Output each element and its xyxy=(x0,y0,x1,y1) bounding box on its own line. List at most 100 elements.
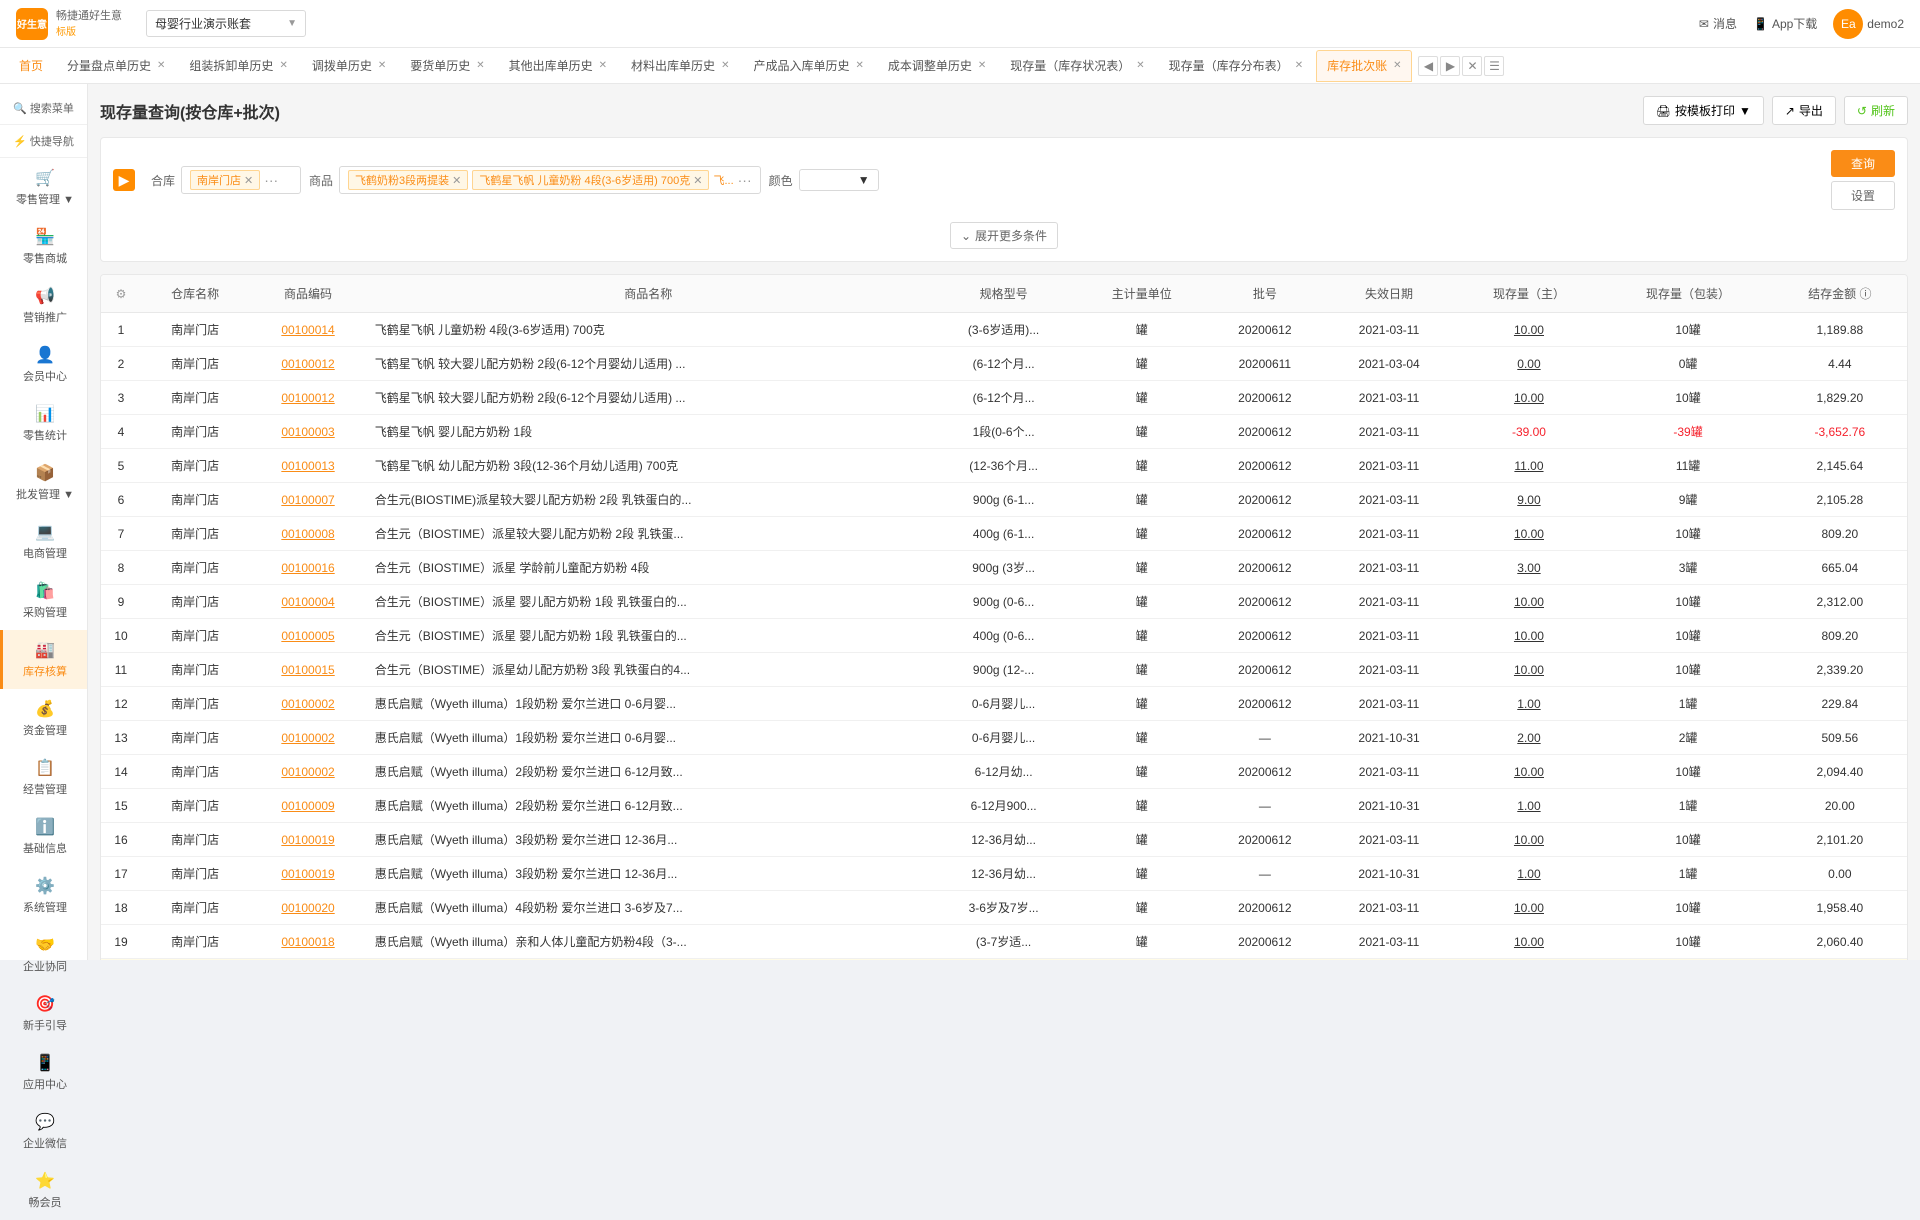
close-icon[interactable]: ✕ xyxy=(599,60,607,71)
sidebar-item-marketing[interactable]: 📢 营销推广 xyxy=(0,276,87,335)
td-code[interactable]: 00100007 xyxy=(249,483,366,517)
close-icon[interactable]: ✕ xyxy=(978,60,986,71)
td-qty-main[interactable]: 10.00 xyxy=(1455,381,1604,415)
sidebar-item-finance[interactable]: 💰 资金管理 xyxy=(0,689,87,748)
sidebar-item-wholesale[interactable]: 📦 批发管理 ▼ xyxy=(0,453,87,512)
sidebar-item-new-guide[interactable]: 🎯 新手引导 xyxy=(0,984,87,1043)
close-icon[interactable]: ✕ xyxy=(1295,60,1303,71)
product-tag-2[interactable]: 飞鹤星飞帆 儿童奶粉 4段(3-6岁适用) 700克 ✕ xyxy=(472,170,709,190)
company-selector[interactable]: 母婴行业演示账套 ▼ xyxy=(146,10,306,37)
tab-other-out[interactable]: 其他出库单历史 ✕ xyxy=(498,50,618,82)
close-icon[interactable]: ✕ xyxy=(855,60,863,71)
sidebar-item-search[interactable]: 🔍 搜索菜单 xyxy=(0,92,87,125)
td-code[interactable]: 00100015 xyxy=(249,653,366,687)
toggle-expand-btn[interactable]: ▶ xyxy=(113,169,135,191)
td-code[interactable]: 00100019 xyxy=(249,857,366,891)
query-button[interactable]: 查询 xyxy=(1831,150,1895,177)
sidebar-item-quick-nav[interactable]: ⚡ 快捷导航 xyxy=(0,125,87,158)
tab-product-in[interactable]: 产成品入库单历史 ✕ xyxy=(742,50,874,82)
sidebar-item-ops[interactable]: 📋 经营管理 xyxy=(0,748,87,807)
user-menu[interactable]: Ea demo2 xyxy=(1833,9,1904,39)
td-qty-main[interactable]: 10.00 xyxy=(1455,891,1604,925)
close-icon[interactable]: ✕ xyxy=(476,60,484,71)
td-qty-main[interactable]: 1.00 xyxy=(1455,789,1604,823)
product-tag-1[interactable]: 飞鹤奶粉3段两提装 ✕ xyxy=(348,170,468,190)
tab-mix-pick[interactable]: 调拨单历史 ✕ xyxy=(301,50,397,82)
warehouse-tag-container[interactable]: 南岸门店 ✕ ··· xyxy=(181,166,301,194)
close-icon[interactable]: ✕ xyxy=(1136,60,1144,71)
sidebar-item-wechat[interactable]: 💬 企业微信 xyxy=(0,1102,87,1161)
td-code[interactable]: 00100018 xyxy=(249,925,366,959)
td-code[interactable]: 00100003 xyxy=(249,415,366,449)
td-qty-main[interactable]: 10.00 xyxy=(1455,823,1604,857)
tab-cost-adjust[interactable]: 成本调整单历史 ✕ xyxy=(877,50,997,82)
product-tag-container[interactable]: 飞鹤奶粉3段两提装 ✕ 飞鹤星飞帆 儿童奶粉 4段(3-6岁适用) 700克 ✕… xyxy=(339,166,761,194)
color-tag-container[interactable]: ▼ xyxy=(799,169,879,191)
close-icon[interactable]: ✕ xyxy=(721,60,729,71)
td-qty-main[interactable]: 3.00 xyxy=(1455,551,1604,585)
refresh-button[interactable]: ↺ 刷新 xyxy=(1844,96,1908,125)
sidebar-item-retail-mgmt[interactable]: 🛒 零售管理 ▼ xyxy=(0,158,87,217)
tab-material-out[interactable]: 材料出库单历史 ✕ xyxy=(620,50,740,82)
tab-stock-status[interactable]: 现存量（库存状况表） ✕ xyxy=(999,50,1155,82)
close-icon[interactable]: ✕ xyxy=(279,60,287,71)
tab-stock-dist[interactable]: 现存量（库存分布表） ✕ xyxy=(1158,50,1314,82)
td-code[interactable]: 00100008 xyxy=(249,517,366,551)
td-qty-main[interactable]: 10.00 xyxy=(1455,925,1604,959)
td-qty-main[interactable]: 9.00 xyxy=(1455,483,1604,517)
print-button[interactable]: 🖨 按模板打印 ▼ xyxy=(1643,96,1764,125)
sidebar-item-app-center[interactable]: 📱 应用中心 xyxy=(0,1043,87,1102)
sidebar-item-collab[interactable]: 🤝 企业协同 xyxy=(0,925,87,984)
close-icon[interactable]: ✕ xyxy=(157,60,165,71)
sidebar-item-retail-mall[interactable]: 🏪 零售商城 xyxy=(0,217,87,276)
td-qty-main[interactable]: 11.00 xyxy=(1455,449,1604,483)
td-code[interactable]: 00100016 xyxy=(249,551,366,585)
td-qty-main[interactable]: 2.00 xyxy=(1455,721,1604,755)
more-dots[interactable]: ··· xyxy=(264,172,278,188)
tab-next-btn[interactable]: ▶ xyxy=(1440,56,1460,76)
sidebar-item-basic-info[interactable]: ℹ️ 基础信息 xyxy=(0,807,87,866)
close-icon[interactable]: ✕ xyxy=(452,174,461,187)
export-button[interactable]: ↗ 导出 xyxy=(1772,96,1836,125)
sidebar-item-ecommerce[interactable]: 💻 电商管理 xyxy=(0,512,87,571)
tab-close-btn[interactable]: ✕ xyxy=(1462,56,1482,76)
td-qty-main[interactable]: 10.00 xyxy=(1455,755,1604,789)
close-icon[interactable]: ✕ xyxy=(378,60,386,71)
sidebar-item-inventory[interactable]: 🏭 库存核算 xyxy=(0,630,87,689)
td-qty-main[interactable]: 10.00 xyxy=(1455,517,1604,551)
expand-filter-button[interactable]: ⌄ 展开更多条件 xyxy=(950,222,1058,249)
td-code[interactable]: 00100012 xyxy=(249,381,366,415)
tab-requisition[interactable]: 要货单历史 ✕ xyxy=(399,50,495,82)
td-qty-main[interactable]: 10.00 xyxy=(1455,619,1604,653)
close-icon[interactable]: ✕ xyxy=(693,174,702,187)
td-qty-main[interactable]: 10.00 xyxy=(1455,585,1604,619)
td-code[interactable]: 00100019 xyxy=(249,823,366,857)
td-code[interactable]: 00100013 xyxy=(249,449,366,483)
more-dots[interactable]: ··· xyxy=(738,172,752,188)
app-download-btn[interactable]: 📱 App下载 xyxy=(1753,15,1817,32)
td-code[interactable]: 00100002 xyxy=(249,721,366,755)
td-qty-main[interactable]: 1.00 xyxy=(1455,857,1604,891)
message-btn[interactable]: ✉ 消息 xyxy=(1699,15,1737,32)
tab-menu-btn[interactable]: ☰ xyxy=(1484,56,1504,76)
tab-disassemble[interactable]: 组装拆卸单历史 ✕ xyxy=(178,50,298,82)
td-code[interactable]: 00100014 xyxy=(249,313,366,347)
sidebar-item-vip[interactable]: ⭐ 畅会员 xyxy=(0,1161,87,1220)
tab-home[interactable]: 首页 xyxy=(8,50,54,82)
tab-split-stock[interactable]: 分量盘点单历史 ✕ xyxy=(56,50,176,82)
settings-icon[interactable]: ⚙ xyxy=(113,286,129,302)
td-qty-main[interactable]: 1.00 xyxy=(1455,687,1604,721)
td-code[interactable]: 00100002 xyxy=(249,687,366,721)
sidebar-item-purchase[interactable]: 🛍️ 采购管理 xyxy=(0,571,87,630)
td-code[interactable]: 00100005 xyxy=(249,619,366,653)
close-icon[interactable]: ✕ xyxy=(244,174,253,187)
td-qty-main[interactable]: 10.00 xyxy=(1455,653,1604,687)
close-icon[interactable]: ✕ xyxy=(1393,60,1401,71)
td-qty-main[interactable]: -39.00 xyxy=(1455,415,1604,449)
td-code[interactable]: 00100020 xyxy=(249,891,366,925)
sidebar-item-sys-mgmt[interactable]: ⚙️ 系统管理 xyxy=(0,866,87,925)
tab-batch-ledger[interactable]: 库存批次账 ✕ xyxy=(1316,50,1412,82)
td-code[interactable]: 00100004 xyxy=(249,585,366,619)
sidebar-item-retail-stats[interactable]: 📊 零售统计 xyxy=(0,394,87,453)
warehouse-tag-nanan[interactable]: 南岸门店 ✕ xyxy=(190,170,260,190)
